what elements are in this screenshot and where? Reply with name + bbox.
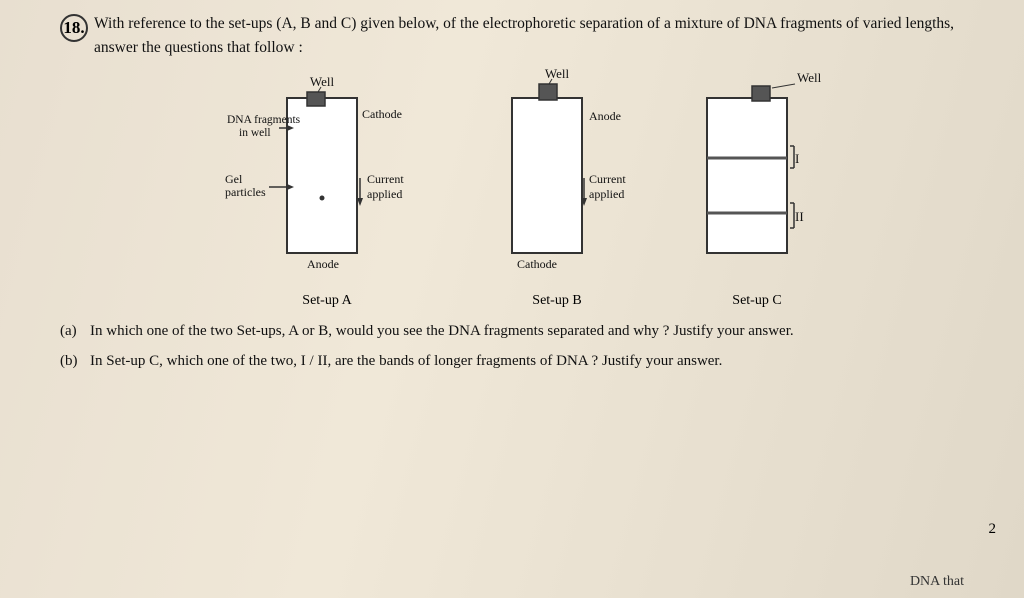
- setup-c-diagram: Well I II: [677, 68, 837, 288]
- svg-text:Gel: Gel: [225, 172, 243, 186]
- sub-question-b: (b) In Set-up C, which one of the two, I…: [60, 349, 994, 373]
- svg-text:DNA fragments: DNA fragments: [227, 114, 301, 126]
- svg-text:Anode: Anode: [307, 257, 339, 271]
- svg-text:applied: applied: [589, 187, 624, 201]
- question-text: With reference to the set-ups (A, B and …: [94, 12, 994, 60]
- sub-b-label: (b): [60, 349, 82, 373]
- setup-b-label: Set-up B: [532, 293, 581, 309]
- sub-b-text: In Set-up C, which one of the two, I / I…: [90, 349, 994, 373]
- question-header: 18. With reference to the set-ups (A, B …: [60, 12, 994, 60]
- setup-b-diagram: Well Anode Current applied Cathode: [467, 68, 647, 288]
- sub-a-text: In which one of the two Set-ups, A or B,…: [90, 319, 994, 343]
- setup-a-diagram: Well DNA fragments in well Cathode Gel p…: [217, 68, 437, 288]
- svg-text:Well: Well: [797, 70, 822, 85]
- svg-text:Well: Well: [310, 74, 335, 89]
- sub-a-label: (a): [60, 319, 82, 343]
- svg-text:Current: Current: [589, 172, 626, 186]
- setup-a-label: Set-up A: [302, 293, 351, 309]
- page: 18. With reference to the set-ups (A, B …: [0, 0, 1024, 598]
- diagrams-area: Well DNA fragments in well Cathode Gel p…: [60, 68, 994, 309]
- svg-text:applied: applied: [367, 187, 402, 201]
- svg-text:Current: Current: [367, 172, 404, 186]
- setup-c-label: Set-up C: [732, 293, 781, 309]
- setup-a-container: Well DNA fragments in well Cathode Gel p…: [217, 68, 437, 309]
- svg-text:Well: Well: [545, 68, 570, 81]
- svg-text:in well: in well: [239, 127, 271, 139]
- setup-c-container: Well I II: [677, 68, 837, 309]
- svg-text:I: I: [795, 151, 799, 166]
- svg-text:II: II: [795, 209, 804, 224]
- svg-text:Cathode: Cathode: [517, 257, 557, 271]
- sub-question-a: (a) In which one of the two Set-ups, A o…: [60, 319, 994, 343]
- svg-text:Anode: Anode: [589, 109, 621, 123]
- setup-b-container: Well Anode Current applied Cathode: [467, 68, 647, 309]
- footer-text: DNA that: [910, 574, 964, 590]
- question-number: 18.: [60, 14, 88, 42]
- svg-text:Cathode: Cathode: [362, 107, 402, 121]
- svg-text:particles: particles: [225, 185, 266, 199]
- page-number: 2: [989, 521, 997, 538]
